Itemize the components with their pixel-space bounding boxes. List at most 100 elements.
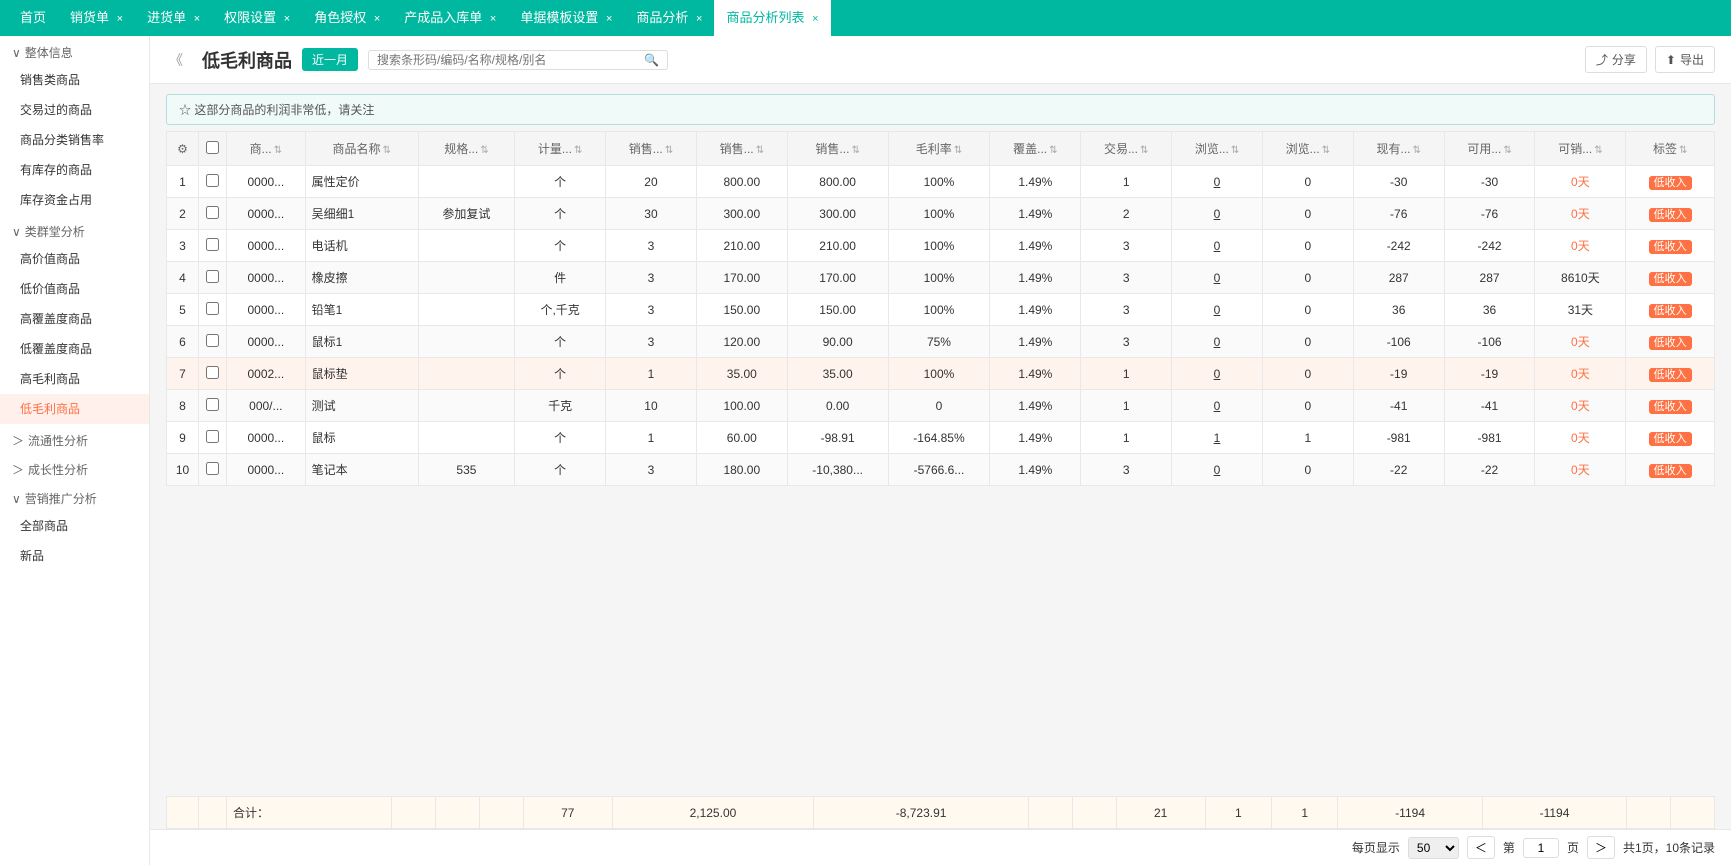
sidebar-item-in-stock[interactable]: 有库存的商品 — [0, 155, 149, 185]
sidebar-item-high-value[interactable]: 高价值商品 — [0, 244, 149, 274]
row-view1[interactable]: 0 — [1172, 262, 1263, 294]
row-sales-amount: 120.00 — [696, 326, 787, 358]
export-btn[interactable]: ⬆ 导出 — [1655, 46, 1715, 73]
row-checkbox[interactable] — [199, 230, 227, 262]
sidebar-group-marketing[interactable]: ∨营销推广分析 — [0, 482, 149, 511]
nav-product-entry-close[interactable]: × — [490, 13, 496, 25]
table-row: 4 0000... 橡皮擦 件 3 170.00 170.00 100% 1.4… — [167, 262, 1715, 294]
sidebar-item-low-value[interactable]: 低价值商品 — [0, 274, 149, 304]
col-view1[interactable]: 浏览...⇅ — [1172, 132, 1263, 166]
sidebar-group-flow[interactable]: ＞流通性分析 — [0, 424, 149, 453]
nav-analysis[interactable]: 商品分析 × — [624, 0, 714, 36]
row-view2: 0 — [1262, 166, 1353, 198]
col-sales-amount[interactable]: 销售...⇅ — [696, 132, 787, 166]
search-icon[interactable]: 🔍 — [644, 53, 659, 67]
col-view2[interactable]: 浏览...⇅ — [1262, 132, 1353, 166]
nav-template[interactable]: 单据模板设置 × — [508, 0, 624, 36]
row-view1[interactable]: 0 — [1172, 358, 1263, 390]
share-btn[interactable]: ⤴ 分享 — [1585, 46, 1647, 73]
row-view1[interactable]: 1 — [1172, 422, 1263, 454]
col-name[interactable]: 商品名称⇅ — [305, 132, 418, 166]
row-view1[interactable]: 0 — [1172, 294, 1263, 326]
sidebar-collapse-btn[interactable]: 《 — [166, 50, 186, 70]
col-current-stock[interactable]: 现有...⇅ — [1353, 132, 1444, 166]
row-select-checkbox[interactable] — [206, 270, 219, 283]
col-unit[interactable]: 计量...⇅ — [515, 132, 606, 166]
sidebar-item-low-margin[interactable]: 低毛利商品 — [0, 394, 149, 424]
row-checkbox[interactable] — [199, 454, 227, 486]
row-view1[interactable]: 0 — [1172, 326, 1263, 358]
nav-purchase[interactable]: 进货单 × — [135, 0, 212, 36]
row-select-checkbox[interactable] — [206, 462, 219, 475]
row-view1[interactable]: 0 — [1172, 230, 1263, 262]
current-page-input[interactable] — [1523, 838, 1559, 858]
row-select-checkbox[interactable] — [206, 206, 219, 219]
row-checkbox[interactable] — [199, 198, 227, 230]
sidebar-item-category-rate[interactable]: 商品分类销售率 — [0, 125, 149, 155]
nav-sales[interactable]: 销货单 × — [58, 0, 135, 36]
row-checkbox[interactable] — [199, 390, 227, 422]
row-checkbox[interactable] — [199, 422, 227, 454]
sidebar-item-stock-capital[interactable]: 库存资金占用 — [0, 185, 149, 215]
sidebar-group-overview[interactable]: ∨整体信息 — [0, 36, 149, 65]
row-view1[interactable]: 0 — [1172, 166, 1263, 198]
sidebar-item-high-coverage[interactable]: 高覆盖度商品 — [0, 304, 149, 334]
col-trade-count[interactable]: 交易...⇅ — [1081, 132, 1172, 166]
row-select-checkbox[interactable] — [206, 302, 219, 315]
row-select-checkbox[interactable] — [206, 398, 219, 411]
row-checkbox[interactable] — [199, 166, 227, 198]
time-filter-btn[interactable]: 近一月 — [302, 48, 358, 71]
next-page-btn[interactable]: ＞ — [1587, 836, 1615, 859]
search-input[interactable] — [377, 53, 644, 67]
col-saleable[interactable]: 可销...⇅ — [1535, 132, 1626, 166]
select-all-checkbox[interactable] — [206, 141, 219, 154]
nav-sales-close[interactable]: × — [117, 13, 123, 25]
page-size-select[interactable]: 20 50 100 200 — [1408, 837, 1459, 859]
nav-analysis-list[interactable]: 商品分析列表 × — [714, 0, 830, 36]
row-select-checkbox[interactable] — [206, 238, 219, 251]
col-spec[interactable]: 规格...⇅ — [418, 132, 515, 166]
nav-analysis-list-close[interactable]: × — [812, 13, 818, 25]
row-view1[interactable]: 0 — [1172, 454, 1263, 486]
nav-roles-close[interactable]: × — [374, 13, 380, 25]
nav-template-close[interactable]: × — [606, 13, 612, 25]
search-box[interactable]: 🔍 — [368, 50, 668, 70]
sidebar-item-low-coverage[interactable]: 低覆盖度商品 — [0, 334, 149, 364]
sidebar-group-cluster[interactable]: ∨类群堂分析 — [0, 215, 149, 244]
nav-roles[interactable]: 角色授权 × — [302, 0, 392, 36]
col-tag[interactable]: 标签⇅ — [1626, 132, 1715, 166]
sidebar-item-new-goods[interactable]: 新品 — [0, 541, 149, 571]
row-select-checkbox[interactable] — [206, 430, 219, 443]
sidebar-item-sales-goods[interactable]: 销售类商品 — [0, 65, 149, 95]
nav-analysis-close[interactable]: × — [696, 13, 702, 25]
col-settings[interactable]: ⚙ — [167, 132, 199, 166]
row-checkbox[interactable] — [199, 294, 227, 326]
col-sales-profit[interactable]: 销售...⇅ — [787, 132, 888, 166]
row-checkbox[interactable] — [199, 358, 227, 390]
nav-purchase-close[interactable]: × — [194, 13, 200, 25]
col-gross-rate[interactable]: 毛利率⇅ — [888, 132, 990, 166]
row-checkbox[interactable] — [199, 326, 227, 358]
nav-home[interactable]: 首页 — [8, 0, 58, 36]
row-name: 电话机 — [305, 230, 418, 262]
row-select-checkbox[interactable] — [206, 366, 219, 379]
row-select-checkbox[interactable] — [206, 334, 219, 347]
row-view1[interactable]: 0 — [1172, 198, 1263, 230]
nav-product-entry[interactable]: 产成品入库单 × — [392, 0, 508, 36]
sidebar-item-high-margin[interactable]: 高毛利商品 — [0, 364, 149, 394]
nav-permissions[interactable]: 权限设置 × — [212, 0, 302, 36]
col-available-stock[interactable]: 可用...⇅ — [1444, 132, 1535, 166]
sidebar-item-traded-goods[interactable]: 交易过的商品 — [0, 95, 149, 125]
row-checkbox[interactable] — [199, 262, 227, 294]
sidebar-group-growth[interactable]: ＞成长性分析 — [0, 453, 149, 482]
col-checkbox[interactable] — [199, 132, 227, 166]
nav-permissions-close[interactable]: × — [284, 13, 290, 25]
col-sales-count[interactable]: 销售...⇅ — [606, 132, 697, 166]
col-coverage[interactable]: 覆盖...⇅ — [990, 132, 1081, 166]
row-available-stock: -242 — [1444, 230, 1535, 262]
sidebar-item-all-goods[interactable]: 全部商品 — [0, 511, 149, 541]
prev-page-btn[interactable]: ＜ — [1467, 836, 1495, 859]
row-view1[interactable]: 0 — [1172, 390, 1263, 422]
col-code[interactable]: 商...⇅ — [227, 132, 306, 166]
row-select-checkbox[interactable] — [206, 174, 219, 187]
